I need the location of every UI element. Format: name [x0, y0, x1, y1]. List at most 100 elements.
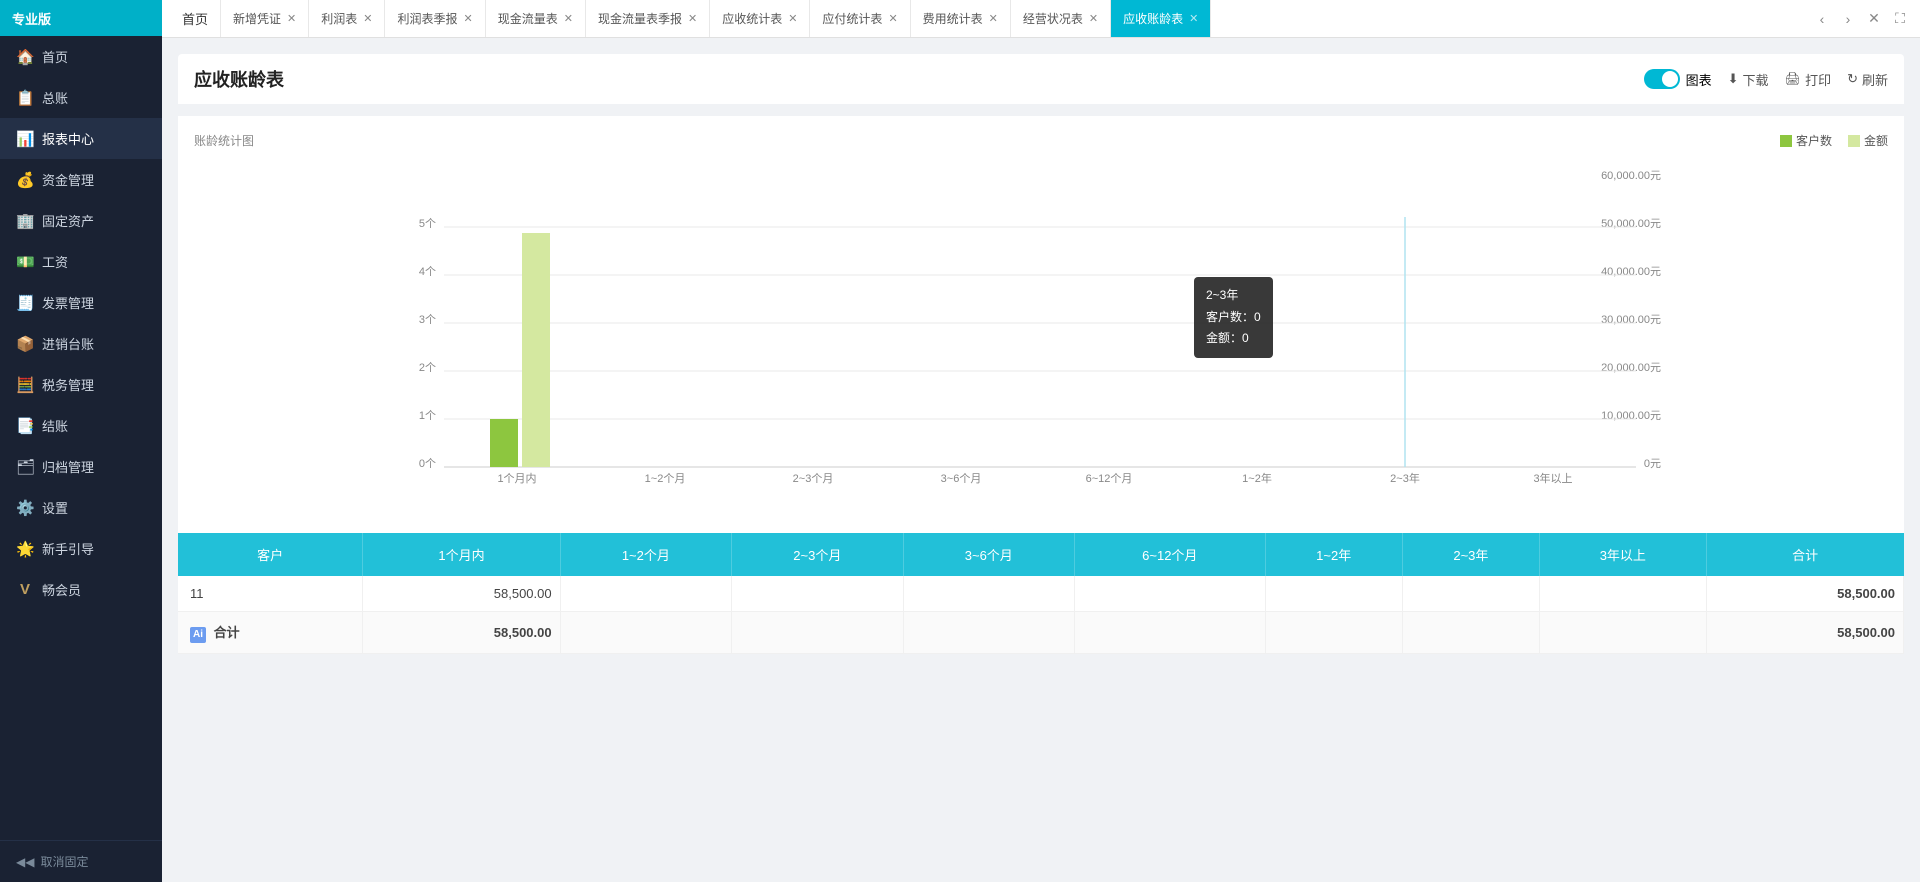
sidebar-item-vip[interactable]: V 畅会员: [0, 569, 162, 610]
toggle-track[interactable]: [1644, 69, 1680, 89]
refresh-btn[interactable]: ↻ 刷新: [1847, 70, 1888, 89]
svg-text:1个: 1个: [419, 409, 436, 422]
total-label: Ai 合计: [178, 612, 363, 654]
svg-text:2个: 2个: [419, 361, 436, 374]
chart-svg-area: 0个 1个 2个 3个 4个 5个 0元 10,000.00元 20,000.0…: [194, 157, 1888, 517]
tab-voucher[interactable]: 新增凭证 ✕: [221, 0, 309, 38]
sidebar-item-home[interactable]: 🏠 首页: [0, 36, 162, 77]
tab-profit-quarter[interactable]: 利润表季报 ✕: [385, 0, 485, 38]
chart-title: 账龄统计图: [194, 132, 1888, 149]
tab-ap-stat[interactable]: 应付统计表 ✕: [810, 0, 910, 38]
chart-svg: 0个 1个 2个 3个 4个 5个 0元 10,000.00元 20,000.0…: [194, 157, 1888, 497]
tab-nav-buttons: ‹ › ✕ ⛶: [1810, 7, 1912, 31]
chart-toggle[interactable]: 图表: [1644, 69, 1712, 89]
cell-y3plus: [1540, 576, 1707, 612]
download-icon: ⬇: [1728, 71, 1739, 87]
legend-customers: 客户数: [1780, 132, 1832, 149]
col-m2: 1~2个月: [560, 533, 731, 576]
svg-text:2~3年: 2~3年: [1390, 471, 1420, 485]
sidebar-item-guide[interactable]: 🌟 新手引导: [0, 528, 162, 569]
tab-business-stat[interactable]: 经营状况表 ✕: [1011, 0, 1111, 38]
sidebar-item-reports[interactable]: 📊 报表中心: [0, 118, 162, 159]
salary-icon: 💵: [16, 253, 34, 271]
svg-text:0个: 0个: [419, 457, 436, 470]
tab-next-btn[interactable]: ›: [1836, 7, 1860, 31]
col-y2: 1~2年: [1265, 533, 1402, 576]
legend-customers-dot: [1780, 135, 1792, 147]
tab-cashflow[interactable]: 现金流量表 ✕: [486, 0, 586, 38]
col-y3plus: 3年以上: [1540, 533, 1707, 576]
col-m3: 2~3个月: [732, 533, 903, 576]
svg-text:5个: 5个: [419, 217, 436, 230]
close-profit-tab[interactable]: ✕: [363, 12, 372, 25]
print-btn[interactable]: 🖨 打印: [1785, 70, 1832, 89]
close-cashflow-quarter-tab[interactable]: ✕: [688, 12, 697, 25]
table-row: 11 58,500.00 58,500.00: [178, 576, 1904, 612]
sidebar-item-invoice[interactable]: 🧾 发票管理: [0, 282, 162, 323]
reports-icon: 📊: [16, 130, 34, 148]
close-ar-aging-tab[interactable]: ✕: [1189, 12, 1198, 25]
home-icon: 🏠: [16, 48, 34, 66]
cell-m12: [1075, 576, 1266, 612]
tab-prev-btn[interactable]: ‹: [1810, 7, 1834, 31]
sidebar-item-funds[interactable]: 💰 资金管理: [0, 159, 162, 200]
assets-icon: 🏢: [16, 212, 34, 230]
tab-close-all-btn[interactable]: ✕: [1862, 7, 1886, 31]
close-ar-stat-tab[interactable]: ✕: [788, 12, 797, 25]
svg-text:40,000.00元: 40,000.00元: [1601, 266, 1661, 278]
main-content: 首页 新增凭证 ✕ 利润表 ✕ 利润表季报 ✕ 现金流量表 ✕ 现金流量表季报 …: [162, 0, 1920, 882]
legend-amount: 金额: [1848, 132, 1888, 149]
bar-m1-amount: [522, 233, 550, 467]
sidebar-item-salary[interactable]: 💵 工资: [0, 241, 162, 282]
sidebar-collapse-btn[interactable]: ◀◀ 取消固定: [0, 840, 162, 882]
col-m6: 3~6个月: [903, 533, 1074, 576]
cell-y2: [1265, 576, 1402, 612]
close-voucher-tab[interactable]: ✕: [287, 12, 296, 25]
tab-profit[interactable]: 利润表 ✕: [309, 0, 385, 38]
toggle-label: 图表: [1686, 70, 1712, 89]
sidebar-item-inventory[interactable]: 📦 进销台账: [0, 323, 162, 364]
sidebar-item-settings[interactable]: ⚙️ 设置: [0, 487, 162, 528]
funds-icon: 💰: [16, 171, 34, 189]
cell-m2: [560, 576, 731, 612]
sidebar-item-archive[interactable]: 🗂 归档管理: [0, 446, 162, 487]
refresh-icon: ↻: [1847, 71, 1858, 87]
total-m6: [903, 612, 1074, 654]
bar-m1-customers: [490, 419, 518, 467]
svg-text:1~2年: 1~2年: [1242, 471, 1272, 485]
tab-ar-stat[interactable]: 应收统计表 ✕: [710, 0, 810, 38]
sidebar-item-ledger[interactable]: 📋 总账: [0, 77, 162, 118]
tab-home[interactable]: 首页: [170, 0, 221, 38]
close-expense-stat-tab[interactable]: ✕: [989, 12, 998, 25]
svg-text:3~6个月: 3~6个月: [941, 472, 982, 485]
vip-icon: V: [16, 581, 34, 598]
table-container: 客户 1个月内 1~2个月 2~3个月 3~6个月 6~12个月 1~2年 2~…: [178, 533, 1904, 654]
chart-legend: 客户数 金额: [1780, 132, 1888, 149]
close-cashflow-tab[interactable]: ✕: [564, 12, 573, 25]
guide-icon: 🌟: [16, 540, 34, 558]
svg-text:50,000.00元: 50,000.00元: [1601, 218, 1661, 230]
print-icon: 🖨: [1785, 71, 1802, 87]
svg-text:60,000.00元: 60,000.00元: [1601, 170, 1661, 182]
tab-ar-aging[interactable]: 应收账龄表 ✕: [1111, 0, 1211, 38]
toggle-thumb: [1662, 71, 1678, 87]
total-y3plus: [1540, 612, 1707, 654]
cell-customer: 11: [178, 576, 363, 612]
tab-fullscreen-btn[interactable]: ⛶: [1888, 7, 1912, 31]
svg-text:6~12个月: 6~12个月: [1086, 472, 1133, 485]
total-m3: [732, 612, 903, 654]
sidebar-item-tax[interactable]: 🧮 税务管理: [0, 364, 162, 405]
close-ap-stat-tab[interactable]: ✕: [888, 12, 897, 25]
col-y3: 2~3年: [1402, 533, 1539, 576]
sidebar-item-assets[interactable]: 🏢 固定资产: [0, 200, 162, 241]
close-business-stat-tab[interactable]: ✕: [1089, 12, 1098, 25]
close-profit-quarter-tab[interactable]: ✕: [464, 12, 473, 25]
download-btn[interactable]: ⬇ 下载: [1728, 70, 1769, 89]
tab-expense-stat[interactable]: 费用统计表 ✕: [911, 0, 1011, 38]
sidebar-item-settlement[interactable]: 📑 结账: [0, 405, 162, 446]
tab-cashflow-quarter[interactable]: 现金流量表季报 ✕: [586, 0, 710, 38]
sidebar-logo: 专业版: [0, 0, 162, 36]
archive-icon: 🗂: [16, 458, 34, 476]
cell-total: 58,500.00: [1706, 576, 1903, 612]
page-title: 应收账龄表: [194, 66, 284, 92]
